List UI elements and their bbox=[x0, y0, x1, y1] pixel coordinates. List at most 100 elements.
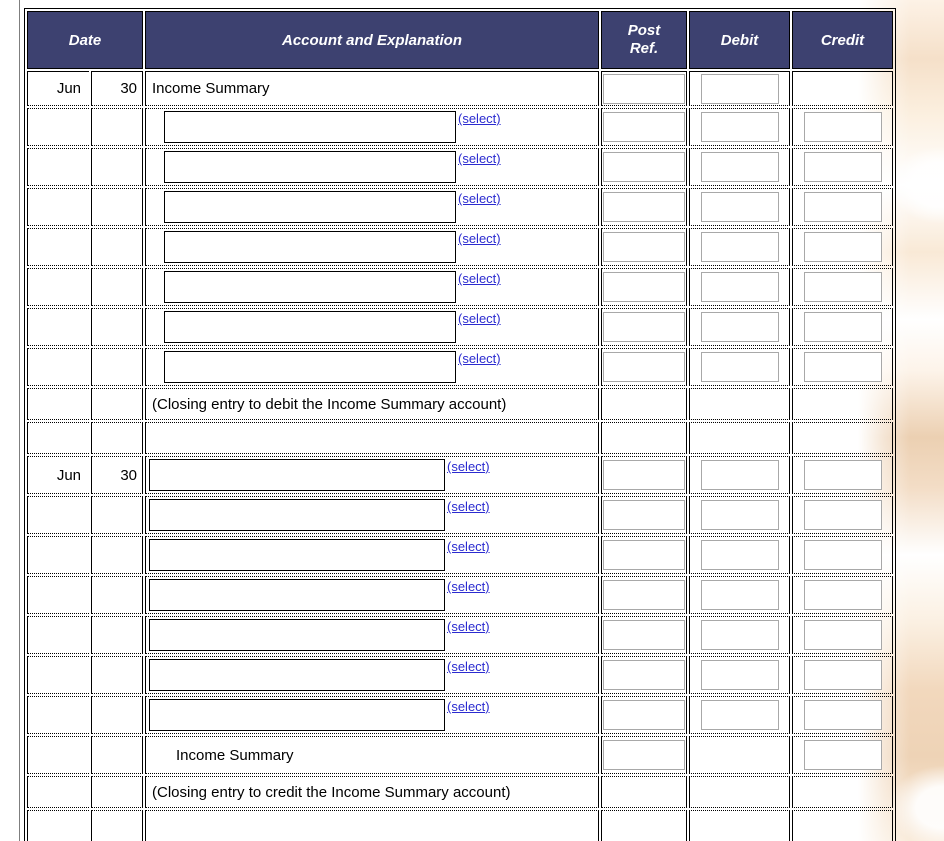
account-name-input[interactable] bbox=[164, 311, 456, 343]
debit-amount-input[interactable] bbox=[700, 620, 779, 650]
postref-cell bbox=[601, 348, 687, 386]
debit-amount-input[interactable] bbox=[700, 73, 779, 104]
post-ref-input[interactable] bbox=[603, 112, 685, 142]
select-account-link[interactable]: (select) bbox=[447, 579, 490, 594]
debit-cell-empty bbox=[689, 388, 790, 420]
credit-amount-input[interactable] bbox=[803, 660, 882, 690]
post-ref-input[interactable] bbox=[603, 500, 685, 530]
postref-cell bbox=[601, 308, 687, 346]
debit-amount-input[interactable] bbox=[700, 580, 779, 610]
debit-amount-input[interactable] bbox=[700, 660, 779, 690]
date-month-cell bbox=[27, 576, 89, 614]
debit-cell bbox=[689, 188, 790, 226]
select-account-link[interactable]: (select) bbox=[458, 151, 501, 166]
credit-cell bbox=[792, 576, 893, 614]
debit-amount-input[interactable] bbox=[700, 112, 779, 142]
account-name-input[interactable] bbox=[164, 111, 456, 143]
account-name-input[interactable] bbox=[164, 271, 456, 303]
debit-amount-input[interactable] bbox=[700, 312, 779, 342]
select-account-link[interactable]: (select) bbox=[447, 459, 490, 474]
post-ref-input[interactable] bbox=[603, 700, 685, 730]
post-ref-input[interactable] bbox=[603, 73, 685, 104]
select-account-link[interactable]: (select) bbox=[447, 659, 490, 674]
credit-amount-input[interactable] bbox=[803, 500, 882, 530]
credit-amount-input[interactable] bbox=[803, 232, 882, 262]
account-name-input[interactable] bbox=[164, 351, 456, 383]
credit-amount-input[interactable] bbox=[803, 352, 882, 382]
debit-cell bbox=[689, 696, 790, 734]
select-account-link[interactable]: (select) bbox=[458, 111, 501, 126]
account-name-input[interactable] bbox=[149, 659, 445, 691]
debit-amount-input[interactable] bbox=[700, 460, 779, 490]
debit-amount-input[interactable] bbox=[700, 540, 779, 570]
date-day-cell: 30 bbox=[91, 456, 143, 494]
select-account-link[interactable]: (select) bbox=[458, 271, 501, 286]
select-account-link[interactable]: (select) bbox=[447, 499, 490, 514]
credit-amount-input[interactable] bbox=[803, 540, 882, 570]
post-ref-input[interactable] bbox=[603, 312, 685, 342]
debit-amount-input[interactable] bbox=[700, 192, 779, 222]
select-account-link[interactable]: (select) bbox=[447, 539, 490, 554]
credit-cell bbox=[792, 736, 893, 774]
debit-amount-input[interactable] bbox=[700, 152, 779, 182]
account-name-input[interactable] bbox=[164, 231, 456, 263]
credit-amount-input[interactable] bbox=[803, 272, 882, 302]
entry1-select-row: (select) bbox=[27, 268, 893, 306]
postref-cell bbox=[601, 71, 687, 106]
select-account-link[interactable]: (select) bbox=[447, 619, 490, 634]
post-ref-input[interactable] bbox=[603, 740, 685, 770]
date-month-cell bbox=[27, 536, 89, 574]
select-account-link[interactable]: (select) bbox=[458, 351, 501, 366]
post-ref-input[interactable] bbox=[603, 192, 685, 222]
credit-amount-input[interactable] bbox=[803, 580, 882, 610]
debit-amount-input[interactable] bbox=[700, 700, 779, 730]
account-name-input[interactable] bbox=[149, 539, 445, 571]
credit-amount-input[interactable] bbox=[803, 740, 882, 770]
account-cell: (select) bbox=[145, 308, 599, 346]
post-ref-input[interactable] bbox=[603, 540, 685, 570]
postref-cell-empty bbox=[601, 422, 687, 454]
account-name-input[interactable] bbox=[149, 499, 445, 531]
credit-amount-input[interactable] bbox=[803, 152, 882, 182]
date-day-cell bbox=[91, 108, 143, 146]
select-account-link[interactable]: (select) bbox=[458, 231, 501, 246]
account-name-input[interactable] bbox=[149, 619, 445, 651]
debit-amount-input[interactable] bbox=[700, 352, 779, 382]
post-ref-input[interactable] bbox=[603, 232, 685, 262]
debit-amount-input[interactable] bbox=[700, 272, 779, 302]
select-account-link[interactable]: (select) bbox=[447, 699, 490, 714]
post-ref-input[interactable] bbox=[603, 352, 685, 382]
select-account-link[interactable]: (select) bbox=[458, 311, 501, 326]
account-name-input[interactable] bbox=[149, 579, 445, 611]
trailing-row bbox=[27, 810, 893, 841]
date-day-cell bbox=[91, 308, 143, 346]
post-ref-input[interactable] bbox=[603, 272, 685, 302]
credit-amount-input[interactable] bbox=[803, 620, 882, 650]
post-ref-input[interactable] bbox=[603, 460, 685, 490]
date-month-cell bbox=[27, 496, 89, 534]
account-name-input[interactable] bbox=[164, 191, 456, 223]
credit-amount-input[interactable] bbox=[803, 460, 882, 490]
account-name-input[interactable] bbox=[164, 151, 456, 183]
account-name-input[interactable] bbox=[149, 699, 445, 731]
post-ref-input[interactable] bbox=[603, 580, 685, 610]
account-name-input[interactable] bbox=[149, 459, 445, 491]
credit-amount-input[interactable] bbox=[803, 312, 882, 342]
debit-cell-empty bbox=[689, 736, 790, 774]
entry2-explanation-row: (Closing entry to credit the Income Summ… bbox=[27, 776, 893, 808]
credit-amount-input[interactable] bbox=[803, 700, 882, 730]
post-ref-input[interactable] bbox=[603, 152, 685, 182]
debit-amount-input[interactable] bbox=[700, 232, 779, 262]
debit-cell bbox=[689, 148, 790, 186]
account-cell: (select) bbox=[145, 348, 599, 386]
debit-cell bbox=[689, 496, 790, 534]
credit-cell bbox=[792, 188, 893, 226]
select-account-link[interactable]: (select) bbox=[458, 191, 501, 206]
credit-amount-input[interactable] bbox=[803, 112, 882, 142]
post-ref-input[interactable] bbox=[603, 660, 685, 690]
credit-cell-empty bbox=[792, 388, 893, 420]
debit-amount-input[interactable] bbox=[700, 500, 779, 530]
post-ref-input[interactable] bbox=[603, 620, 685, 650]
debit-cell-empty bbox=[689, 422, 790, 454]
credit-amount-input[interactable] bbox=[803, 192, 882, 222]
